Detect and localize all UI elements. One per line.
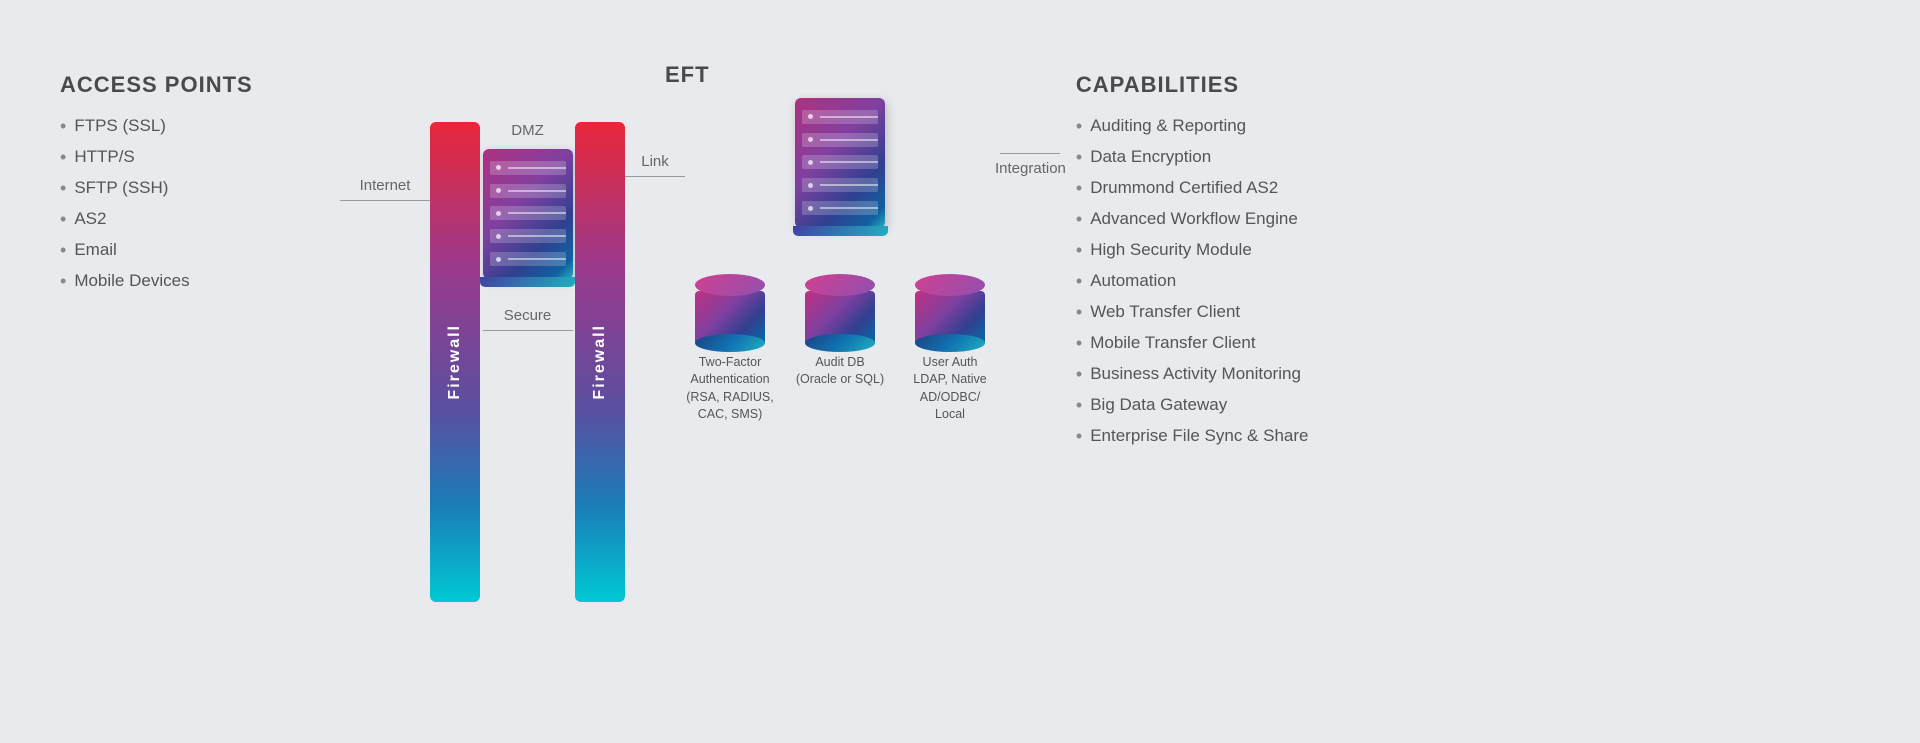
- firewall-2-label: Firewall: [591, 324, 609, 400]
- list-item: HTTP/S: [60, 147, 340, 168]
- list-item: Email: [60, 240, 340, 261]
- server-body: [795, 98, 885, 228]
- capabilities-section: CAPABILITIES Auditing & Reporting Data E…: [1076, 62, 1416, 457]
- integration-line: [1000, 153, 1060, 155]
- access-points-title: ACCESS POINTS: [60, 72, 340, 98]
- server-slot: [802, 133, 878, 147]
- server-base: [793, 226, 888, 236]
- dmz-label: DMZ: [511, 122, 544, 139]
- firewall-1-bar: Firewall: [430, 122, 480, 602]
- capabilities-list: Auditing & Reporting Data Encryption Dru…: [1076, 116, 1416, 457]
- db-label-1: Two-Factor Authentication (RSA, RADIUS, …: [685, 354, 775, 424]
- server-slot: [802, 178, 878, 192]
- server-slot: [490, 206, 566, 220]
- integration-connector: Integration: [995, 153, 1066, 178]
- main-diagram: ACCESS POINTS FTPS (SSL) HTTP/S SFTP (SS…: [30, 22, 1890, 722]
- internet-connector: Internet: [340, 177, 430, 202]
- server-slot: [802, 110, 878, 124]
- eft-section: EFT Link: [625, 62, 1066, 424]
- list-item: AS2: [60, 209, 340, 230]
- access-points-section: ACCESS POINTS FTPS (SSL) HTTP/S SFTP (SS…: [60, 62, 340, 302]
- list-item: FTPS (SSL): [60, 116, 340, 137]
- db-icon-3: [915, 266, 985, 346]
- db-two-factor: Two-Factor Authentication (RSA, RADIUS, …: [685, 266, 775, 424]
- secure-label: Secure: [504, 307, 552, 324]
- list-item: Drummond Certified AS2: [1076, 178, 1416, 199]
- server-slot: [490, 252, 566, 266]
- internet-line: [340, 200, 430, 202]
- firewall-1-col: Firewall: [430, 122, 480, 602]
- list-item: SFTP (SSH): [60, 178, 340, 199]
- server-body: [483, 149, 573, 279]
- eft-title: EFT: [665, 62, 710, 88]
- server-slot: [802, 201, 878, 215]
- firewall-1-label: Firewall: [446, 324, 464, 400]
- eft-server-area: Two-Factor Authentication (RSA, RADIUS, …: [685, 98, 995, 424]
- list-item: Auditing & Reporting: [1076, 116, 1416, 137]
- db-icon-1: [695, 266, 765, 346]
- server-slot: [802, 155, 878, 169]
- db-icon-2: [805, 266, 875, 346]
- list-item: Web Transfer Client: [1076, 302, 1416, 323]
- server-slot: [490, 161, 566, 175]
- db-user-auth: User Auth LDAP, Native AD/ODBC/ Local: [905, 266, 995, 424]
- list-item: Enterprise File Sync & Share: [1076, 426, 1416, 447]
- link-label: Link: [641, 153, 669, 170]
- internet-label: Internet: [360, 177, 411, 194]
- list-item: Business Activity Monitoring: [1076, 364, 1416, 385]
- list-item: Automation: [1076, 271, 1416, 292]
- secure-line: [483, 330, 573, 332]
- link-line: [625, 176, 685, 178]
- db-label-3: User Auth LDAP, Native AD/ODBC/ Local: [905, 354, 995, 424]
- access-points-list: FTPS (SSL) HTTP/S SFTP (SSH) AS2 Email M…: [60, 116, 340, 302]
- link-connector: Link: [625, 153, 685, 178]
- firewall-2-bar: Firewall: [575, 122, 625, 602]
- list-item: High Security Module: [1076, 240, 1416, 261]
- integration-label: Integration: [995, 160, 1066, 177]
- list-item: Data Encryption: [1076, 147, 1416, 168]
- list-item: Mobile Transfer Client: [1076, 333, 1416, 354]
- eft-inner: Link: [625, 98, 1066, 424]
- server-base: [480, 277, 575, 287]
- list-item: Advanced Workflow Engine: [1076, 209, 1416, 230]
- db-audit: Audit DB (Oracle or SQL): [795, 266, 885, 424]
- dmz-server: [480, 149, 575, 287]
- server-slot: [490, 229, 566, 243]
- eft-server: [793, 98, 888, 236]
- firewall-2-col: Firewall: [575, 122, 625, 602]
- capabilities-title: CAPABILITIES: [1076, 72, 1416, 98]
- list-item: Mobile Devices: [60, 271, 340, 292]
- db-label-2: Audit DB (Oracle or SQL): [795, 354, 885, 389]
- database-section: Two-Factor Authentication (RSA, RADIUS, …: [685, 266, 995, 424]
- server-slot: [490, 184, 566, 198]
- dmz-middle-section: DMZ Secure: [480, 122, 575, 332]
- list-item: Big Data Gateway: [1076, 395, 1416, 416]
